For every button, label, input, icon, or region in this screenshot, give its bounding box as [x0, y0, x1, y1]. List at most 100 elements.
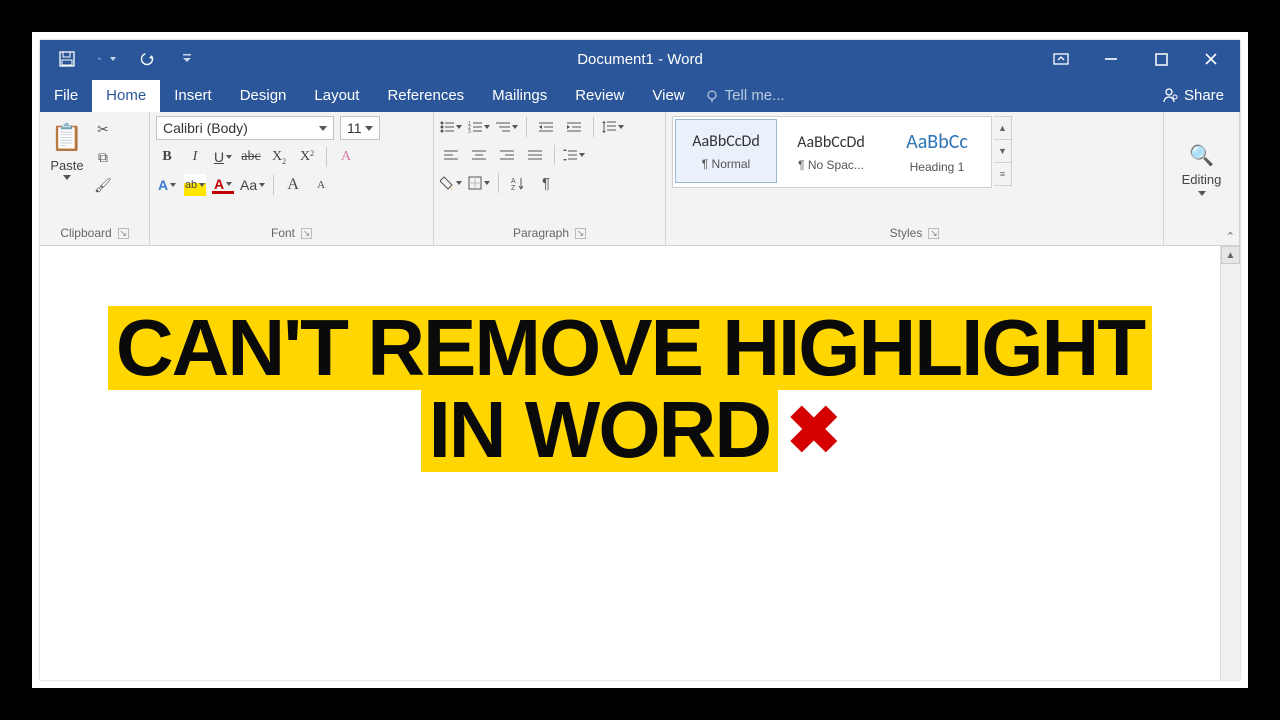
shading-button[interactable]	[440, 172, 462, 194]
cut-icon[interactable]: ✂	[94, 120, 112, 138]
align-right-button[interactable]	[496, 144, 518, 166]
svg-text:3: 3	[468, 129, 471, 133]
ribbon-tabs: File Home Insert Design Layout Reference…	[40, 78, 1240, 112]
clear-formatting-button[interactable]: A	[335, 146, 357, 168]
borders-button[interactable]	[468, 172, 490, 194]
ribbon: 📋 Paste ✂ ⧉ 🖌 Clipboard ↘ Calibri (Body) …	[40, 112, 1240, 246]
multilevel-list-button[interactable]	[496, 116, 518, 138]
bullets-button[interactable]	[440, 116, 462, 138]
document-area: CAN'T REMOVE HIGHLIGHT IN WORD ✖ ▲	[40, 246, 1240, 680]
window-title: Document1 - Word	[577, 51, 703, 68]
find-icon[interactable]: 🔍	[1189, 143, 1214, 168]
group-editing: 🔍 Editing ⌃	[1164, 112, 1240, 245]
title-bar: Document1 - Word	[40, 40, 1240, 78]
show-hide-button[interactable]: ¶	[535, 172, 557, 194]
dialog-launcher-icon[interactable]: ↘	[118, 228, 129, 239]
qat-customize-icon[interactable]	[178, 50, 196, 68]
group-font: Calibri (Body) 11 B I U abc X X A A ab A	[150, 112, 434, 245]
numbering-button[interactable]: 123	[468, 116, 490, 138]
strikethrough-button[interactable]: abc	[240, 146, 262, 168]
save-icon[interactable]	[58, 50, 76, 68]
chevron-down-icon[interactable]: ▼	[994, 140, 1011, 163]
tell-me-label: Tell me...	[725, 87, 785, 104]
svg-text:Z: Z	[511, 185, 516, 190]
format-painter-icon[interactable]: 🖌	[94, 176, 112, 194]
line-spacing-button-2[interactable]	[563, 144, 585, 166]
style-gallery: AaBbCcDd ¶ Normal AaBbCcDd ¶ No Spac... …	[672, 116, 992, 188]
chevron-down-icon	[1198, 191, 1206, 196]
text-effects-button[interactable]: A	[156, 174, 178, 196]
tab-insert[interactable]: Insert	[160, 80, 226, 112]
share-icon	[1160, 86, 1178, 104]
svg-text:A: A	[511, 178, 516, 185]
tab-mailings[interactable]: Mailings	[478, 80, 561, 112]
undo-icon[interactable]	[98, 50, 116, 68]
superscript-button[interactable]: X	[296, 146, 318, 168]
group-paragraph: 123	[434, 112, 666, 245]
group-label-font: Font	[271, 226, 295, 240]
scroll-up-icon[interactable]: ▲	[1221, 246, 1240, 264]
group-label-styles: Styles	[890, 226, 923, 240]
justify-button[interactable]	[524, 144, 546, 166]
line-spacing-button[interactable]	[602, 116, 624, 138]
gallery-expand-icon[interactable]: ≡	[994, 163, 1011, 185]
editing-label[interactable]: Editing	[1182, 172, 1222, 187]
group-label-paragraph: Paragraph	[513, 226, 569, 240]
close-icon[interactable]	[1200, 48, 1222, 70]
highlighted-text-line2: IN WORD	[421, 388, 779, 472]
minimize-icon[interactable]	[1100, 48, 1122, 70]
paste-icon: 📋	[50, 118, 84, 156]
tell-me-search[interactable]: Tell me...	[699, 87, 795, 112]
dialog-launcher-icon[interactable]: ↘	[575, 228, 586, 239]
underline-button[interactable]: U	[212, 146, 234, 168]
redo-icon[interactable]	[138, 50, 156, 68]
tab-home[interactable]: Home	[92, 80, 160, 112]
tab-view[interactable]: View	[638, 80, 698, 112]
tab-layout[interactable]: Layout	[300, 80, 373, 112]
tab-references[interactable]: References	[373, 80, 478, 112]
sort-button[interactable]: AZ	[507, 172, 529, 194]
grow-font-button[interactable]: A	[282, 174, 304, 196]
subscript-button[interactable]: X	[268, 146, 290, 168]
increase-indent-button[interactable]	[563, 116, 585, 138]
dialog-launcher-icon[interactable]: ↘	[928, 228, 939, 239]
share-label: Share	[1184, 87, 1224, 104]
cross-mark-icon: ✖	[786, 397, 839, 463]
style-gallery-scroll[interactable]: ▲ ▼ ≡	[994, 116, 1012, 186]
chevron-down-icon	[63, 175, 71, 180]
word-window: Document1 - Word File Home Insert Design…	[40, 40, 1240, 680]
tab-design[interactable]: Design	[226, 80, 301, 112]
font-size-selector[interactable]: 11	[340, 116, 380, 140]
ribbon-display-icon[interactable]	[1050, 48, 1072, 70]
lightbulb-icon	[705, 89, 719, 103]
group-styles: AaBbCcDd ¶ Normal AaBbCcDd ¶ No Spac... …	[666, 112, 1164, 245]
shrink-font-button[interactable]: A	[310, 174, 332, 196]
align-center-button[interactable]	[468, 144, 490, 166]
highlight-button[interactable]: ab	[184, 174, 206, 196]
collapse-ribbon-icon[interactable]: ⌃	[1226, 230, 1235, 243]
group-clipboard: 📋 Paste ✂ ⧉ 🖌 Clipboard ↘	[40, 112, 150, 245]
change-case-button[interactable]: Aa	[240, 174, 265, 196]
document-content: CAN'T REMOVE HIGHLIGHT IN WORD ✖	[108, 306, 1152, 472]
decrease-indent-button[interactable]	[535, 116, 557, 138]
maximize-icon[interactable]	[1150, 48, 1172, 70]
paste-button[interactable]: 📋 Paste	[46, 116, 88, 182]
align-left-button[interactable]	[440, 144, 462, 166]
style-no-spacing[interactable]: AaBbCcDd ¶ No Spac...	[779, 119, 883, 185]
bold-button[interactable]: B	[156, 146, 178, 168]
vertical-scrollbar[interactable]: ▲	[1220, 246, 1240, 680]
italic-button[interactable]: I	[184, 146, 206, 168]
tab-review[interactable]: Review	[561, 80, 638, 112]
tab-file[interactable]: File	[40, 80, 92, 112]
chevron-up-icon[interactable]: ▲	[994, 117, 1011, 140]
share-button[interactable]: Share	[1160, 86, 1240, 112]
style-normal[interactable]: AaBbCcDd ¶ Normal	[675, 119, 777, 183]
style-heading-1[interactable]: AaBbCc Heading 1	[885, 119, 989, 185]
group-label-clipboard: Clipboard	[60, 226, 111, 240]
document-page[interactable]: CAN'T REMOVE HIGHLIGHT IN WORD ✖	[40, 246, 1220, 680]
font-name-selector[interactable]: Calibri (Body)	[156, 116, 334, 140]
font-color-button[interactable]: A	[212, 176, 234, 194]
highlighted-text-line1: CAN'T REMOVE HIGHLIGHT	[108, 306, 1152, 390]
copy-icon[interactable]: ⧉	[94, 148, 112, 166]
dialog-launcher-icon[interactable]: ↘	[301, 228, 312, 239]
